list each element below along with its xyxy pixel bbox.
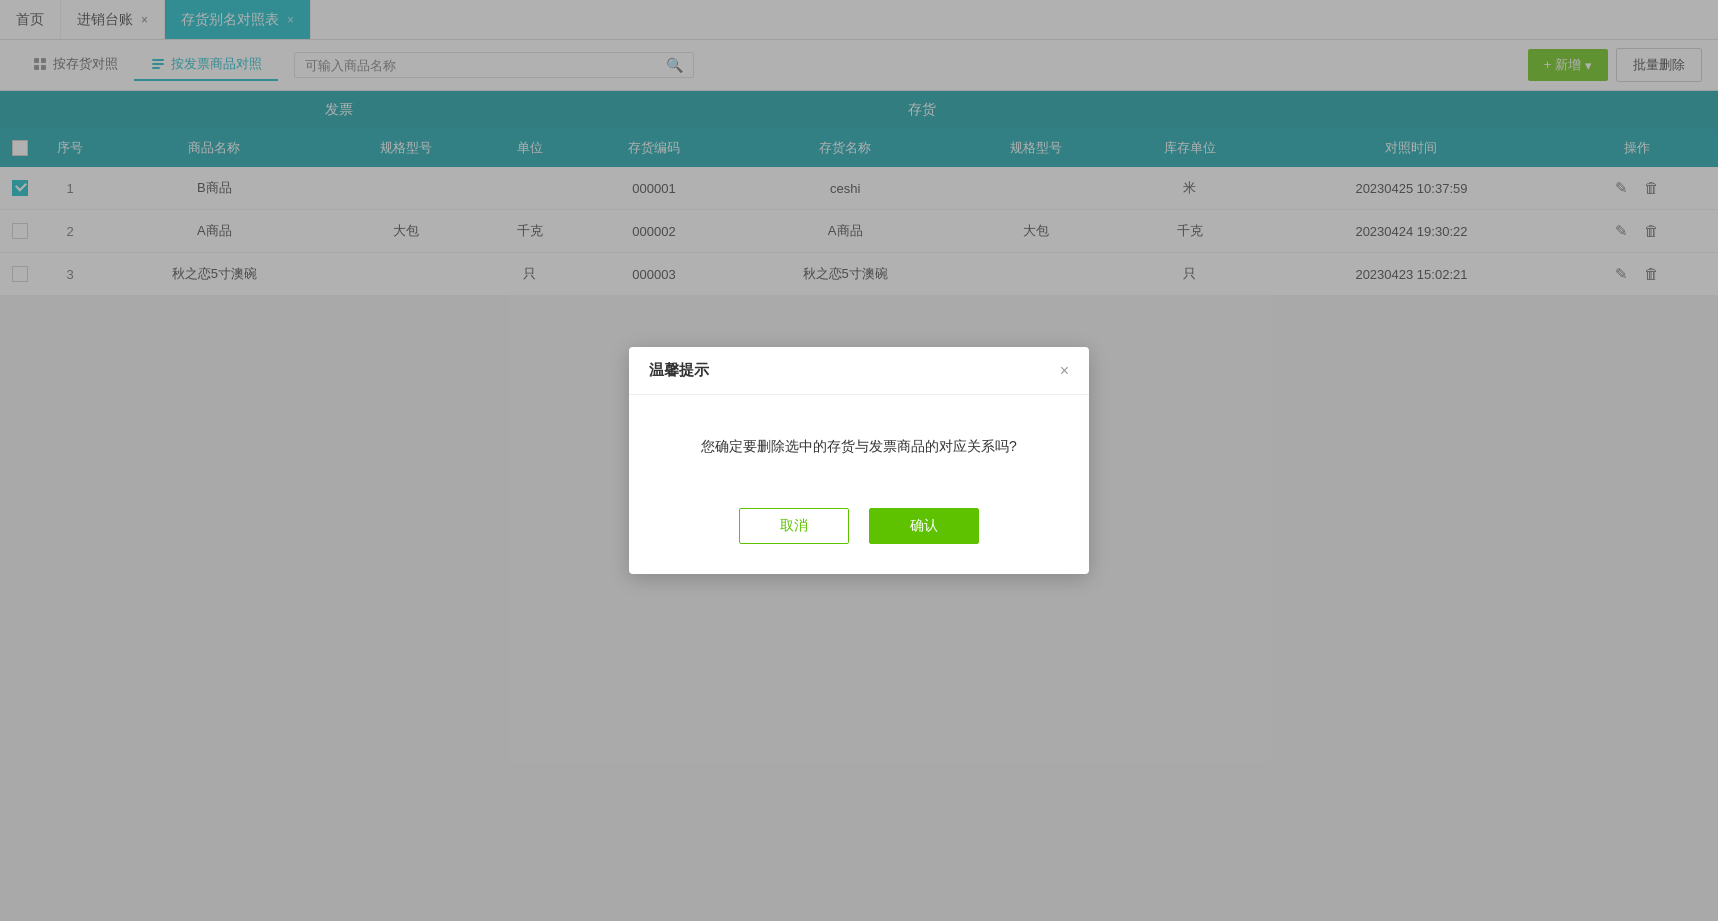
- modal-overlay: 温馨提示 × 您确定要删除选中的存货与发票商品的对应关系吗? 取消 确认: [0, 0, 1718, 296]
